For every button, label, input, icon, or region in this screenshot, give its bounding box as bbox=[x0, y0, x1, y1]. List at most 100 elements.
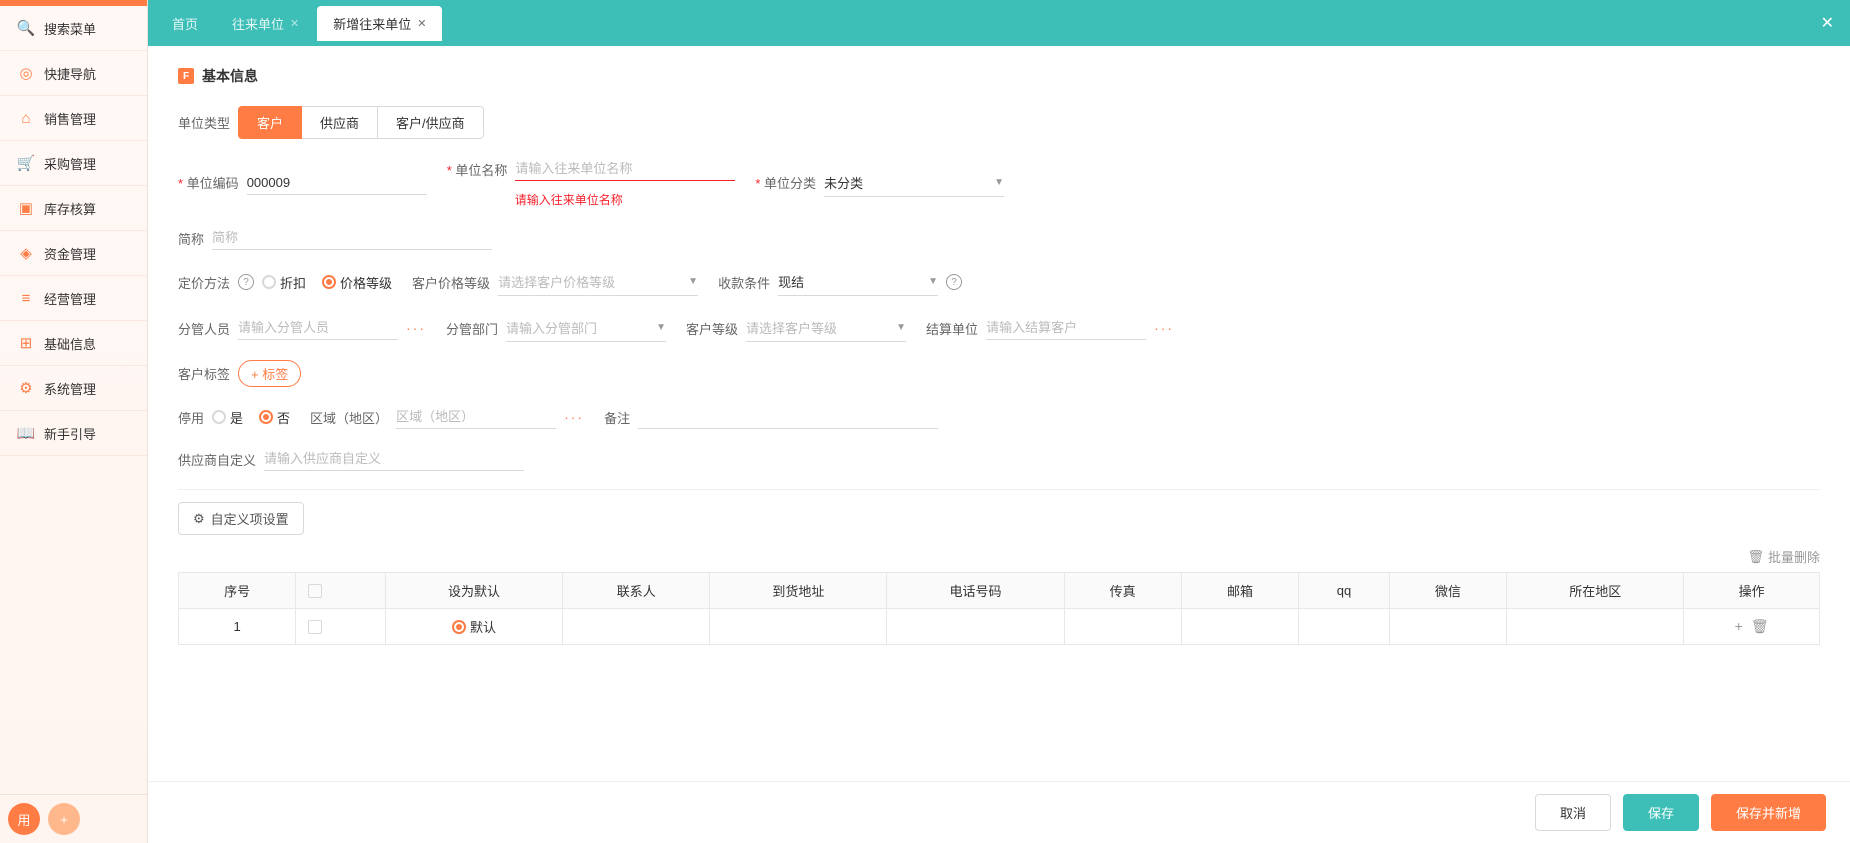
contact-table: 序号 设为默认 联系人 到货地址 电话号码 传真 邮箱 qq 微信 所在地区 bbox=[178, 572, 1820, 645]
operations-icon: ≡ bbox=[16, 288, 36, 308]
abbreviation-group: 简称 bbox=[178, 226, 492, 250]
supervisor-more-btn[interactable]: ··· bbox=[406, 320, 426, 336]
pricing-method-label: 定价方法 bbox=[178, 273, 230, 292]
abbreviation-row: 简称 bbox=[178, 226, 1820, 250]
main-area: 首页 往来单位 ✕ 新增往来单位 ✕ ✕ F 基本信息 单位类型 客户 供应商 … bbox=[148, 0, 1850, 843]
customer-price-level-group: 客户价格等级 请选择客户价格等级 ▼ bbox=[412, 268, 698, 296]
payment-terms-label: 收款条件 bbox=[718, 273, 770, 292]
tags-row: 客户标签 + 标签 bbox=[178, 360, 1820, 387]
customer-level-select[interactable]: 请选择客户等级 ▼ bbox=[746, 314, 906, 342]
pricing-level-radio[interactable]: 价格等级 bbox=[322, 273, 392, 292]
sidebar-extra-icon[interactable]: + bbox=[48, 803, 80, 835]
payment-terms-help-icon[interactable]: ? bbox=[946, 274, 962, 290]
sidebar-label-sales: 销售管理 bbox=[44, 109, 96, 128]
settlement-unit-more-btn[interactable]: ··· bbox=[1154, 320, 1174, 336]
remark-input[interactable] bbox=[638, 405, 938, 429]
tab-bar-close-all[interactable]: ✕ bbox=[1813, 9, 1842, 37]
sidebar-item-purchase[interactable]: 🛒 采购管理 bbox=[0, 141, 147, 186]
disabled-no-radio[interactable]: 否 bbox=[259, 408, 290, 427]
customer-price-level-select[interactable]: 请选择客户价格等级 ▼ bbox=[498, 268, 698, 296]
pricing-level-label: 价格等级 bbox=[340, 273, 392, 292]
sidebar-item-guide[interactable]: 📖 新手引导 bbox=[0, 411, 147, 456]
sidebar-item-inventory[interactable]: ▣ 库存核算 bbox=[0, 186, 147, 231]
unit-category-label: 单位分类 bbox=[755, 173, 816, 192]
row-checkbox[interactable] bbox=[308, 620, 322, 634]
settlement-unit-group: 结算单位 ··· bbox=[926, 316, 1174, 340]
row-contact bbox=[563, 609, 710, 645]
department-label: 分管部门 bbox=[446, 319, 498, 338]
sidebar-user-icon[interactable]: 用 bbox=[8, 803, 40, 835]
unit-category-arrow: ▼ bbox=[994, 177, 1004, 188]
unit-code-input[interactable] bbox=[247, 171, 427, 195]
system-icon: ⚙ bbox=[16, 378, 36, 398]
unit-type-supplier-btn[interactable]: 供应商 bbox=[302, 106, 378, 139]
disabled-row: 停用 是 否 区域（地区） ··· 备注 bbox=[178, 405, 1820, 429]
sidebar-item-search[interactable]: 🔍 搜索菜单 bbox=[0, 6, 147, 51]
tags-group: 客户标签 + 标签 bbox=[178, 360, 301, 387]
department-placeholder: 请输入分管部门 bbox=[506, 318, 597, 337]
table-row: 1 默认 bbox=[179, 609, 1820, 645]
pricing-help-icon[interactable]: ? bbox=[238, 274, 254, 290]
save-button[interactable]: 保存 bbox=[1623, 794, 1699, 831]
table-header-checkbox[interactable] bbox=[308, 584, 322, 598]
row-default-radio[interactable]: 默认 bbox=[398, 617, 550, 636]
disabled-yes-circle bbox=[212, 410, 226, 424]
unit-name-group: 单位名称 请输入往来单位名称 bbox=[447, 157, 736, 208]
unit-name-error: 请输入往来单位名称 bbox=[515, 191, 623, 208]
row-default-circle bbox=[452, 620, 466, 634]
disabled-yes-radio[interactable]: 是 bbox=[212, 408, 243, 427]
sidebar-label-guide: 新手引导 bbox=[44, 424, 96, 443]
supplier-custom-input[interactable] bbox=[264, 447, 524, 471]
tab-home-label: 首页 bbox=[172, 14, 198, 33]
tab-partner-list-close[interactable]: ✕ bbox=[290, 17, 299, 30]
purchase-icon: 🛒 bbox=[16, 153, 36, 173]
sidebar-label-search: 搜索菜单 bbox=[44, 19, 96, 38]
supervisor-input[interactable] bbox=[238, 316, 398, 340]
unit-name-input[interactable] bbox=[515, 157, 735, 181]
sidebar-item-system[interactable]: ⚙ 系统管理 bbox=[0, 366, 147, 411]
sidebar-item-sales[interactable]: ⌂ 销售管理 bbox=[0, 96, 147, 141]
sidebar-item-basic-info[interactable]: ⊞ 基础信息 bbox=[0, 321, 147, 366]
abbreviation-input[interactable] bbox=[212, 226, 492, 250]
custom-settings-btn[interactable]: ⚙ 自定义项设置 bbox=[178, 502, 304, 535]
supervisor-row: 分管人员 ··· 分管部门 请输入分管部门 ▼ 客户等级 请选择客户等级 ▼ 结… bbox=[178, 314, 1820, 342]
th-email: 邮箱 bbox=[1181, 573, 1298, 609]
batch-delete-btn[interactable]: 🗑 批量删除 bbox=[178, 547, 1820, 566]
th-fax: 传真 bbox=[1064, 573, 1181, 609]
tab-partner-list[interactable]: 往来单位 ✕ bbox=[216, 6, 315, 41]
row-add-icon[interactable]: + bbox=[1735, 618, 1743, 635]
row-delete-icon[interactable]: 🗑 bbox=[1751, 618, 1769, 635]
tab-new-partner-label: 新增往来单位 bbox=[333, 14, 411, 33]
department-select[interactable]: 请输入分管部门 ▼ bbox=[506, 314, 666, 342]
th-default: 设为默认 bbox=[385, 573, 562, 609]
customer-price-level-arrow: ▼ bbox=[688, 276, 698, 287]
tab-new-partner-close[interactable]: ✕ bbox=[417, 17, 426, 30]
pricing-discount-radio[interactable]: 折扣 bbox=[262, 273, 306, 292]
tags-label: 客户标签 bbox=[178, 364, 230, 383]
add-tag-btn[interactable]: + 标签 bbox=[238, 360, 301, 387]
search-icon: 🔍 bbox=[16, 18, 36, 38]
sidebar-label-quick-nav: 快捷导航 bbox=[44, 64, 96, 83]
sidebar-item-finance[interactable]: ◈ 资金管理 bbox=[0, 231, 147, 276]
cancel-button[interactable]: 取消 bbox=[1535, 794, 1611, 831]
unit-type-both-btn[interactable]: 客户/供应商 bbox=[378, 106, 484, 139]
payment-terms-select[interactable]: 现结 ▼ bbox=[778, 268, 938, 296]
unit-name-label: 单位名称 bbox=[447, 160, 508, 179]
unit-category-select[interactable]: 未分类 ▼ bbox=[824, 169, 1004, 197]
unit-type-customer-btn[interactable]: 客户 bbox=[238, 106, 302, 139]
sidebar-item-quick-nav[interactable]: ◎ 快捷导航 bbox=[0, 51, 147, 96]
th-phone: 电话号码 bbox=[887, 573, 1064, 609]
tab-new-partner[interactable]: 新增往来单位 ✕ bbox=[317, 6, 442, 41]
row-region bbox=[1507, 609, 1684, 645]
tab-home[interactable]: 首页 bbox=[156, 6, 214, 41]
region-input[interactable] bbox=[396, 405, 556, 429]
remark-group: 备注 bbox=[604, 405, 938, 429]
inventory-icon: ▣ bbox=[16, 198, 36, 218]
region-more-btn[interactable]: ··· bbox=[564, 409, 584, 425]
row-phone bbox=[887, 609, 1064, 645]
settlement-unit-input[interactable] bbox=[986, 316, 1146, 340]
disabled-no-circle bbox=[259, 410, 273, 424]
table-header: 序号 设为默认 联系人 到货地址 电话号码 传真 邮箱 qq 微信 所在地区 bbox=[179, 573, 1820, 609]
sidebar-item-operations[interactable]: ≡ 经营管理 bbox=[0, 276, 147, 321]
save-new-button[interactable]: 保存并新增 bbox=[1711, 794, 1826, 831]
